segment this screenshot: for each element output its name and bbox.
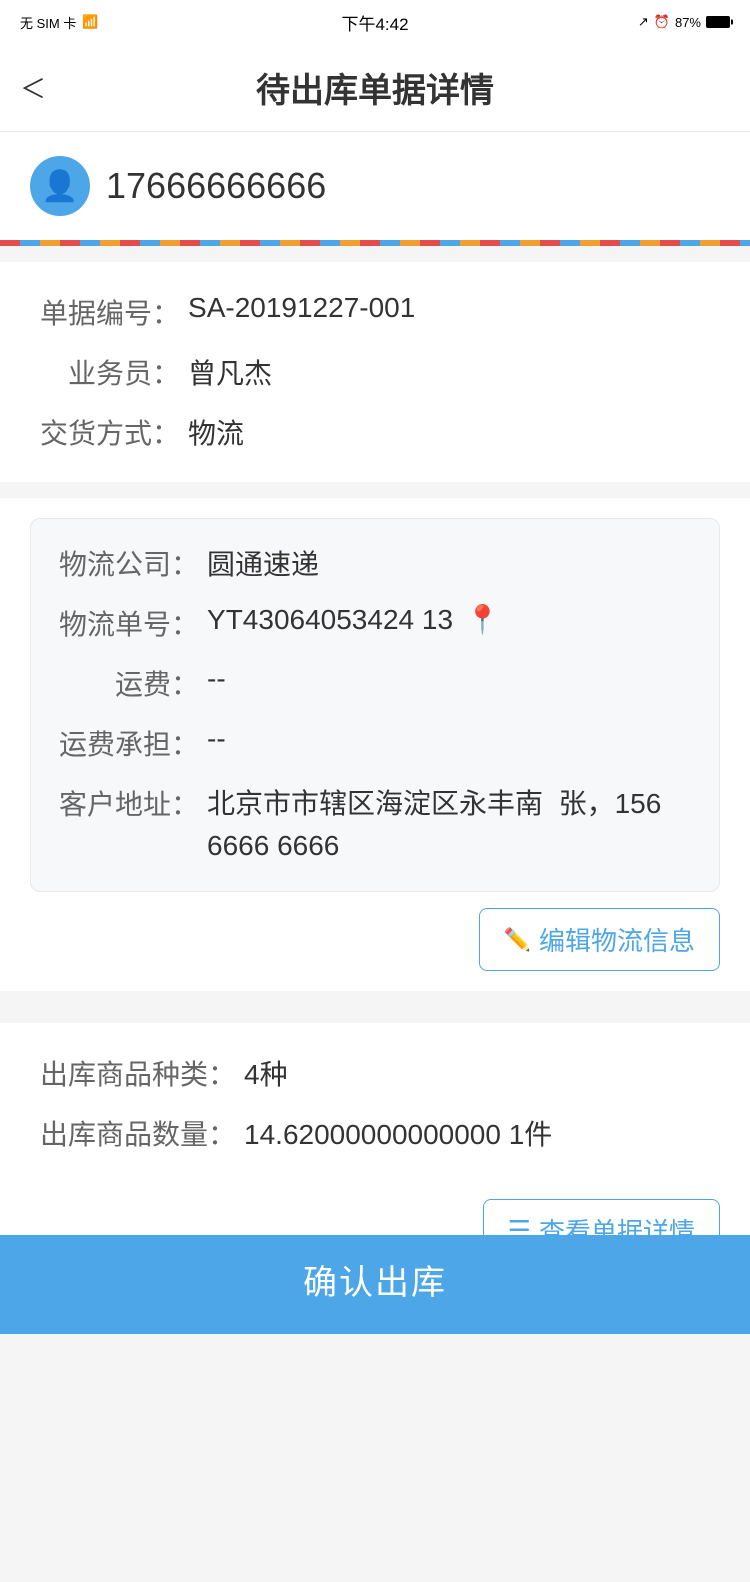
delivery-method-label: 交货方式： [40,412,180,452]
page-title: 待出库单据详情 [256,63,494,112]
status-bar-left: 无 SIM 卡 📶 [20,13,99,32]
tracking-no-value: YT43064053424 13 📍 [207,603,691,636]
freight-bear-label: 运费承担： [59,723,199,763]
user-phone: 17666666666 [106,165,326,207]
tracking-location-icon[interactable]: 📍 [465,603,500,636]
tracking-no-label: 物流单号： [59,603,199,643]
separator-1 [0,482,750,498]
alarm-icon: ⏰ [654,14,670,30]
logistics-card: 物流公司： 圆通速递 物流单号： YT43064053424 13 📍 运费： … [30,518,720,892]
stock-quantity-row: 出库商品数量： 14.62000000000000 1件 [40,1113,710,1153]
freight-value: -- [207,663,691,695]
delivery-method-row: 交货方式： 物流 [40,412,710,452]
stock-quantity-label: 出库商品数量： [40,1113,236,1153]
confirm-button[interactable]: 确认出库 [303,1255,447,1304]
order-no-value: SA-20191227-001 [188,292,710,324]
salesperson-label: 业务员： [40,352,180,392]
customer-address-value: 北京市市辖区海淀区永丰南 张，156 6666 6666 [207,783,691,867]
customer-address-label: 客户地址： [59,783,199,823]
carrier-text: 无 SIM 卡 [20,13,76,32]
confirm-button-wrap: 确认出库 [0,1235,750,1334]
tracking-no-row: 物流单号： YT43064053424 13 📍 [59,603,691,643]
salesperson-value: 曾凡杰 [188,352,710,392]
freight-row: 运费： -- [59,663,691,703]
main-content: 👤 17666666666 单据编号： SA-20191227-001 业务员：… [0,132,750,1582]
status-bar: 无 SIM 卡 📶 下午4:42 ↗ ⏰ 87% [0,0,750,44]
avatar-icon: 👤 [41,169,78,204]
order-info-section: 单据编号： SA-20191227-001 业务员： 曾凡杰 交货方式： 物流 [0,262,750,482]
salesperson-row: 业务员： 曾凡杰 [40,352,710,392]
order-no-label: 单据编号： [40,292,180,332]
avatar: 👤 [30,156,90,216]
freight-bear-row: 运费承担： -- [59,723,691,763]
battery-text: 87% [675,15,701,30]
edit-button-row: ✏️ 编辑物流信息 [0,892,750,991]
edit-icon: ✏️ [504,927,531,953]
dashed-divider [0,240,750,246]
logistics-company-label: 物流公司： [59,543,199,583]
status-bar-time: 下午4:42 [341,10,408,35]
stock-type-value: 4种 [244,1053,710,1093]
battery-icon [706,16,730,28]
stock-info-section: 出库商品种类： 4种 出库商品数量： 14.62000000000000 1件 [0,1023,750,1183]
freight-bear-value: -- [207,723,691,755]
edit-logistics-button[interactable]: ✏️ 编辑物流信息 [479,908,720,971]
back-arrow-icon: ＜ [20,69,46,106]
logistics-company-row: 物流公司： 圆通速递 [59,543,691,583]
logistics-card-wrap: 物流公司： 圆通速递 物流单号： YT43064053424 13 📍 运费： … [0,498,750,991]
customer-address-row: 客户地址： 北京市市辖区海淀区永丰南 张，156 6666 6666 [59,783,691,867]
logistics-company-value: 圆通速递 [207,543,691,583]
user-header: 👤 17666666666 [0,132,750,240]
order-no-row: 单据编号： SA-20191227-001 [40,292,710,332]
delivery-method-value: 物流 [188,412,710,452]
separator-2 [0,991,750,1007]
status-bar-right: ↗ ⏰ 87% [638,14,730,30]
back-button[interactable]: ＜ [20,69,46,106]
freight-label: 运费： [59,663,199,703]
stock-quantity-value: 14.62000000000000 1件 [244,1113,710,1153]
edit-logistics-label: 编辑物流信息 [539,921,695,958]
wifi-icon: 📶 [82,14,98,30]
nav-bar: ＜ 待出库单据详情 [0,44,750,132]
stock-type-label: 出库商品种类： [40,1053,236,1093]
stock-type-row: 出库商品种类： 4种 [40,1053,710,1093]
location-status-icon: ↗ [638,14,649,30]
